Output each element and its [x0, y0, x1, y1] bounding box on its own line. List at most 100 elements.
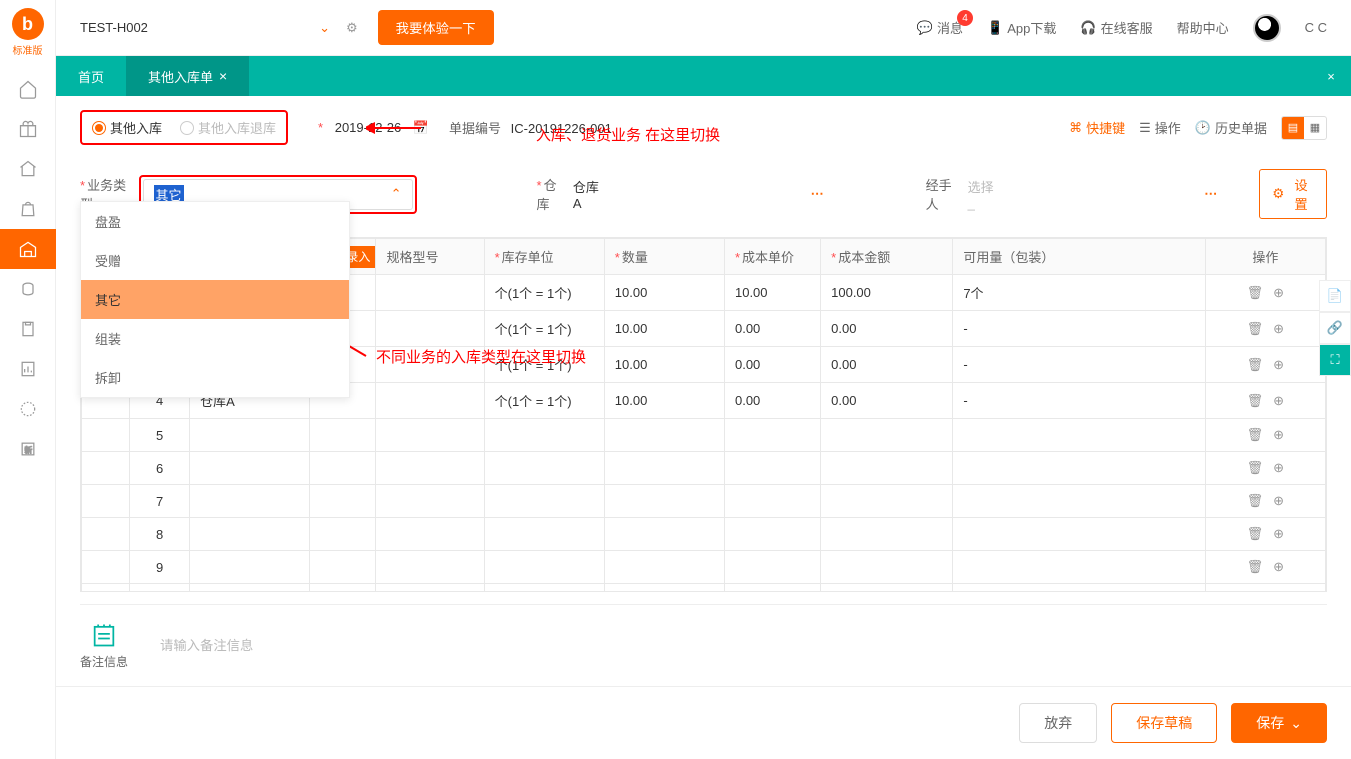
nav-clipboard-icon[interactable]: [0, 309, 56, 349]
copy-icon[interactable]: ⊕: [1273, 460, 1284, 476]
close-icon[interactable]: ×: [219, 68, 227, 84]
view-grid-button[interactable]: ▦: [1304, 117, 1326, 139]
copy-icon[interactable]: ⊕: [1273, 427, 1284, 443]
copy-icon[interactable]: ⊕: [1273, 559, 1284, 575]
org-selector[interactable]: TEST-H002 ⌄: [80, 20, 330, 36]
warehouse-value: 仓库A: [573, 177, 605, 211]
nav-warehouse-icon[interactable]: [0, 229, 56, 269]
copy-icon[interactable]: ⊕: [1273, 285, 1284, 301]
copy-icon[interactable]: ⊕: [1273, 393, 1284, 409]
chevron-up-icon: ⌃: [391, 186, 402, 202]
msg-badge: 4: [957, 10, 973, 26]
delete-icon[interactable]: 🗑: [1247, 321, 1264, 337]
menu-icon: ☰: [1139, 120, 1151, 136]
ops-link[interactable]: ☰操作: [1139, 118, 1181, 137]
shortcut-link[interactable]: ⌘快捷键: [1069, 118, 1125, 137]
headset-icon: 🎧: [1080, 20, 1096, 36]
biz-option[interactable]: 拆卸: [81, 358, 349, 397]
chevron-down-icon: ⌄: [1290, 715, 1302, 732]
gear-icon[interactable]: ⚙: [346, 20, 358, 36]
dock-expand-icon[interactable]: ⛶: [1319, 344, 1351, 376]
topbar: TEST-H002 ⌄ ⚙ 我要体验一下 💬 消息 4 📱 App下载 🎧 在线…: [56, 0, 1351, 56]
delete-icon[interactable]: 🗑: [1247, 559, 1264, 575]
copy-icon[interactable]: ⊕: [1273, 321, 1284, 337]
app-download-link[interactable]: 📱 App下载: [987, 18, 1056, 37]
table-row[interactable]: 10🗑⊕: [82, 584, 1326, 593]
user-name: C C: [1305, 20, 1327, 35]
remark-icon: 备注信息: [80, 621, 128, 670]
try-button[interactable]: 我要体验一下: [378, 10, 494, 45]
remark-section: 备注信息: [80, 604, 1327, 686]
keyboard-icon: ⌘: [1069, 120, 1082, 136]
delete-icon[interactable]: 🗑: [1247, 427, 1264, 443]
tab-current[interactable]: 其他入库单 ×: [126, 56, 249, 96]
gear-icon: ⚙: [1272, 186, 1284, 202]
biz-option[interactable]: 受赠: [81, 241, 349, 280]
radio-other-in[interactable]: 其他入库: [92, 118, 162, 137]
col-ops: 操作: [1205, 239, 1325, 275]
delete-icon[interactable]: 🗑: [1247, 460, 1264, 476]
docno-field: 单据编号 IC-20191226-001: [449, 118, 612, 137]
avatar[interactable]: [1253, 14, 1281, 42]
handler-picker-icon[interactable]: ⋯: [1204, 186, 1219, 202]
nav-home-icon[interactable]: [0, 69, 56, 109]
logo: b: [12, 8, 44, 40]
delete-icon[interactable]: 🗑: [1247, 393, 1264, 409]
help-link[interactable]: 帮助中心: [1177, 18, 1229, 37]
delete-icon[interactable]: 🗑: [1247, 526, 1264, 542]
biz-option[interactable]: 其它: [81, 280, 349, 319]
copy-icon[interactable]: ⊕: [1273, 357, 1284, 373]
delete-icon[interactable]: 🗑: [1247, 285, 1264, 301]
save-button[interactable]: 保存⌄: [1231, 703, 1327, 743]
tab-home[interactable]: 首页: [56, 56, 126, 96]
chevron-down-icon: ⌄: [319, 20, 330, 36]
nav-gift-icon[interactable]: [0, 109, 56, 149]
phone-icon: 📱: [987, 20, 1003, 36]
copy-icon[interactable]: ⊕: [1273, 493, 1284, 509]
close-all-icon[interactable]: ×: [1311, 56, 1351, 96]
history-icon: 🕑: [1195, 120, 1211, 136]
table-row[interactable]: 9🗑⊕: [82, 551, 1326, 584]
radio-other-return[interactable]: 其他入库退库: [180, 118, 276, 137]
history-link[interactable]: 🕑历史单据: [1195, 118, 1267, 137]
handler-select[interactable]: 选择_: [968, 177, 999, 211]
nav-bag-icon[interactable]: [0, 189, 56, 229]
remark-input[interactable]: [152, 630, 1327, 661]
dock-note-icon[interactable]: 📄: [1319, 280, 1351, 312]
nav-house-icon[interactable]: [0, 149, 56, 189]
radio-group-box: 其他入库 其他入库退库: [80, 110, 288, 145]
biz-option[interactable]: 组装: [81, 319, 349, 358]
copy-icon[interactable]: ⊕: [1273, 526, 1284, 542]
cancel-button[interactable]: 放弃: [1019, 703, 1097, 743]
nav-new-icon[interactable]: 新: [0, 429, 56, 469]
nav-sync-icon[interactable]: [0, 389, 56, 429]
org-name: TEST-H002: [80, 20, 148, 35]
col-unit: *库存单位: [484, 239, 604, 275]
view-list-button[interactable]: ▤: [1282, 117, 1304, 139]
nav-report-icon[interactable]: [0, 349, 56, 389]
edition-label: 标准版: [13, 42, 43, 57]
support-link[interactable]: 🎧 在线客服: [1080, 18, 1152, 37]
table-row[interactable]: 8🗑⊕: [82, 518, 1326, 551]
table-row[interactable]: 5🗑⊕: [82, 419, 1326, 452]
radio-icon: [180, 121, 194, 135]
tab-bar: 首页 其他入库单 × ×: [56, 56, 1351, 96]
calendar-icon[interactable]: 📅: [413, 120, 429, 135]
delete-icon[interactable]: 🗑: [1247, 357, 1264, 373]
nav-money-icon[interactable]: [0, 269, 56, 309]
col-avail: 可用量（包装）: [953, 239, 1205, 275]
table-row[interactable]: 7🗑⊕: [82, 485, 1326, 518]
delete-icon[interactable]: 🗑: [1247, 493, 1264, 509]
date-field[interactable]: *日期 2019-12-26 📅: [318, 120, 429, 136]
view-toggle: ▤ ▦: [1281, 116, 1327, 140]
table-row[interactable]: 6🗑⊕: [82, 452, 1326, 485]
settings-button[interactable]: ⚙ 设置: [1259, 169, 1327, 219]
save-draft-button[interactable]: 保存草稿: [1111, 703, 1217, 743]
biz-option[interactable]: 盘盈: [81, 202, 349, 241]
dock-link-icon[interactable]: 🔗: [1319, 312, 1351, 344]
messages-link[interactable]: 💬 消息 4: [917, 18, 963, 37]
warehouse-picker-icon[interactable]: ⋯: [811, 186, 826, 202]
footer: 放弃 保存草稿 保存⌄: [56, 686, 1351, 759]
col-amount: *成本金额: [821, 239, 953, 275]
radio-icon: [92, 121, 106, 135]
